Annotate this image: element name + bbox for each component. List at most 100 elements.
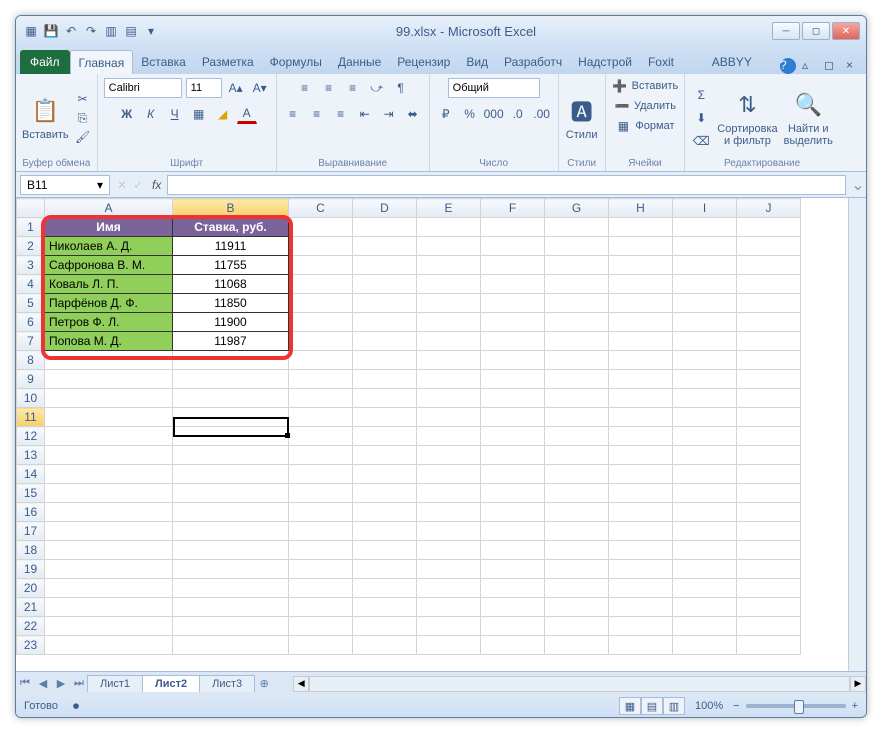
cell[interactable] (545, 541, 609, 560)
tab-nav-last-icon[interactable]: ⏭ (70, 675, 88, 693)
cell[interactable] (353, 408, 417, 427)
cell[interactable] (45, 617, 173, 636)
font-color-button[interactable]: A (237, 104, 257, 124)
cell[interactable] (417, 218, 481, 237)
cell[interactable] (737, 522, 801, 541)
cell[interactable] (173, 389, 289, 408)
cell[interactable] (481, 332, 545, 351)
row-header[interactable]: 20 (17, 579, 45, 598)
cell[interactable] (673, 446, 737, 465)
cell[interactable] (481, 503, 545, 522)
col-header-E[interactable]: E (417, 199, 481, 218)
table-header-name[interactable]: Имя (45, 218, 173, 237)
cell[interactable] (417, 370, 481, 389)
name-box[interactable]: B11▾ (20, 175, 110, 195)
cell[interactable] (481, 541, 545, 560)
cell[interactable] (545, 237, 609, 256)
view-pagebreak-icon[interactable]: ▥ (663, 697, 685, 715)
cell[interactable] (545, 579, 609, 598)
cell[interactable] (173, 484, 289, 503)
tab-review[interactable]: Рецензир (389, 50, 458, 74)
cell[interactable] (481, 351, 545, 370)
cell[interactable] (353, 256, 417, 275)
fill-color-button[interactable]: ◢ (213, 104, 233, 124)
cell[interactable] (353, 389, 417, 408)
cell[interactable] (545, 332, 609, 351)
font-name-input[interactable] (104, 78, 182, 98)
row-header[interactable]: 19 (17, 560, 45, 579)
number-format-input[interactable] (448, 78, 540, 98)
cell[interactable] (545, 503, 609, 522)
format-painter-icon[interactable]: 🖌 (75, 129, 91, 145)
indent-dec-icon[interactable]: ⇤ (355, 104, 375, 124)
copy-icon[interactable]: ⎘ (75, 110, 91, 126)
find-select-button[interactable]: 🔍 Найти и выделить (784, 89, 833, 147)
cell[interactable] (737, 484, 801, 503)
cell[interactable] (417, 275, 481, 294)
align-right-icon[interactable]: ≡ (331, 104, 351, 124)
cell[interactable] (417, 636, 481, 655)
cell[interactable] (737, 218, 801, 237)
cell[interactable] (45, 579, 173, 598)
cell[interactable] (417, 313, 481, 332)
cell[interactable] (353, 598, 417, 617)
cell[interactable] (737, 389, 801, 408)
cell[interactable] (481, 598, 545, 617)
file-tab[interactable]: Файл (20, 50, 70, 74)
cell[interactable] (673, 465, 737, 484)
cell[interactable] (417, 408, 481, 427)
sheet-tab-3[interactable]: Лист3 (199, 675, 255, 692)
row-header[interactable]: 16 (17, 503, 45, 522)
styles-button[interactable]: 🅰 Стили (565, 95, 599, 141)
cell[interactable]: Петров Ф. Л. (45, 313, 173, 332)
cell[interactable] (673, 332, 737, 351)
cell[interactable] (353, 522, 417, 541)
sheet-tab-1[interactable]: Лист1 (87, 675, 143, 692)
cell[interactable] (417, 237, 481, 256)
doc-close-icon[interactable]: × (846, 58, 862, 74)
paste-button[interactable]: 📋 Вставить (22, 95, 69, 141)
cell[interactable] (673, 636, 737, 655)
zoom-in-icon[interactable]: + (852, 700, 858, 712)
border-button[interactable]: ▦ (189, 104, 209, 124)
cell[interactable] (673, 560, 737, 579)
cell[interactable] (609, 275, 673, 294)
cell[interactable] (737, 237, 801, 256)
cell[interactable] (417, 427, 481, 446)
row-header[interactable]: 4 (17, 275, 45, 294)
tab-abbyy[interactable]: ABBYY PDF (704, 50, 780, 74)
sort-filter-button[interactable]: ⇅ Сортировка и фильтр (717, 89, 777, 147)
cell[interactable] (353, 370, 417, 389)
cell[interactable] (45, 427, 173, 446)
cell[interactable]: 11755 (173, 256, 289, 275)
cell[interactable] (545, 446, 609, 465)
cell[interactable] (737, 332, 801, 351)
undo-icon[interactable]: ↶ (62, 22, 80, 40)
currency-icon[interactable]: ₽ (436, 104, 456, 124)
cell[interactable] (481, 465, 545, 484)
cell[interactable] (289, 484, 353, 503)
cell[interactable] (353, 294, 417, 313)
row-header[interactable]: 1 (17, 218, 45, 237)
vertical-scrollbar[interactable] (848, 198, 866, 671)
cell[interactable] (481, 294, 545, 313)
spreadsheet-grid[interactable]: A B C D E F G H I J 1 Имя Ставка, руб. 2… (16, 198, 801, 655)
row-header[interactable]: 11 (17, 408, 45, 427)
cell[interactable] (353, 560, 417, 579)
cell[interactable]: Попова М. Д. (45, 332, 173, 351)
orientation-icon[interactable]: ⤻ (367, 78, 387, 98)
qat-icon2[interactable]: ▤ (122, 22, 140, 40)
cell[interactable] (545, 427, 609, 446)
cell[interactable] (289, 237, 353, 256)
align-left-icon[interactable]: ≡ (283, 104, 303, 124)
cell[interactable] (417, 351, 481, 370)
minimize-button[interactable]: ─ (772, 22, 800, 40)
tab-view[interactable]: Вид (458, 50, 496, 74)
cell[interactable] (545, 560, 609, 579)
cell[interactable] (353, 541, 417, 560)
cell[interactable] (737, 351, 801, 370)
cell[interactable] (353, 332, 417, 351)
row-header[interactable]: 10 (17, 389, 45, 408)
cell[interactable] (609, 503, 673, 522)
cell[interactable] (737, 294, 801, 313)
